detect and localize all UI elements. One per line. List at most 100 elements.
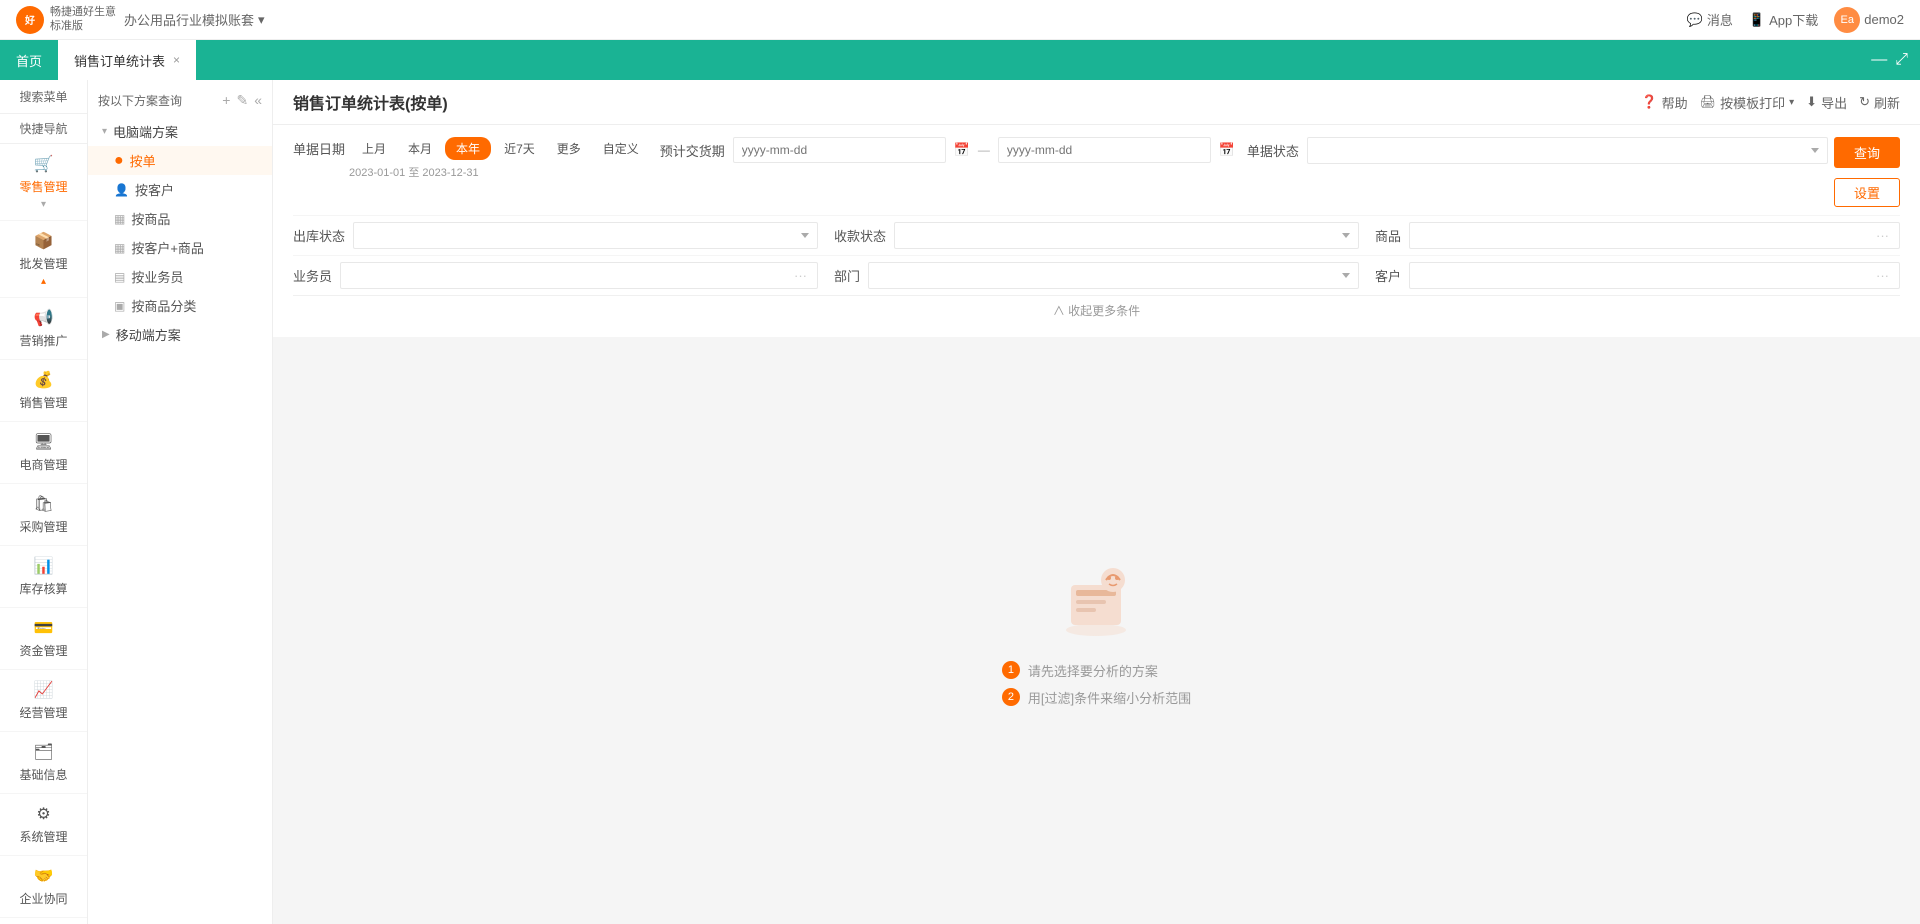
- help-btn[interactable]: ❓ 帮助: [1641, 93, 1687, 112]
- ecommerce-icon: 🖥: [33, 432, 53, 452]
- basic-icon: 🗂: [33, 742, 53, 762]
- main-content: 1 请先选择要分析的方案 2 用[过滤]条件来缩小分析范围: [273, 337, 1920, 924]
- sidebar-item-basic[interactable]: 🗂 基础信息: [0, 732, 87, 794]
- breadcrumb-dropdown[interactable]: 办公用品行业模拟账套 ▾: [124, 10, 265, 29]
- tab-active[interactable]: 销售订单统计表 ×: [58, 40, 196, 80]
- print-arrow-icon: ▾: [1789, 97, 1794, 108]
- sidebar-item-operations[interactable]: 📈 经营管理: [0, 670, 87, 732]
- department-select[interactable]: [868, 262, 1359, 289]
- expected-date-start[interactable]: [733, 137, 946, 163]
- top-bar-left: 好 畅捷通好生意 标准版 办公用品行业模拟账套 ▾: [16, 6, 265, 34]
- sidebar-item-system[interactable]: ⚙ 系统管理: [0, 794, 87, 856]
- calendar-start-icon[interactable]: 📅: [954, 142, 970, 158]
- right-content: 销售订单统计表(按单) ❓ 帮助 🖨 按模板打印 ▾ ⬇ 导出: [273, 80, 1920, 924]
- customer-dots-btn[interactable]: ···: [1876, 268, 1889, 283]
- left-panel-header: 按以下方案查询 + ✎ «: [88, 88, 272, 117]
- sidebar-item-wholesale[interactable]: 📦 批发管理 ▴: [0, 221, 87, 298]
- empty-tip-1: 1 请先选择要分析的方案: [1002, 661, 1191, 680]
- expected-date-end[interactable]: [998, 137, 1211, 163]
- sidebar-item-purchase[interactable]: 🛍 采购管理: [0, 484, 87, 546]
- tree-section-mobile: ▶ 移动端方案: [88, 320, 272, 349]
- empty-tip-2: 2 用[过滤]条件来缩小分析范围: [1002, 688, 1191, 707]
- help-icon: ❓: [1641, 94, 1657, 110]
- wholesale-icon: 📦: [34, 231, 54, 251]
- date-btn-this-month[interactable]: 本月: [399, 137, 441, 160]
- tab-home[interactable]: 首页: [0, 40, 58, 80]
- tree-item-by-salesperson[interactable]: ▤ 按业务员: [88, 262, 272, 291]
- shipment-status-label: 出库状态: [293, 226, 345, 245]
- payment-status-select[interactable]: [894, 222, 1359, 249]
- calendar-end-icon[interactable]: 📅: [1219, 142, 1235, 158]
- date-btn-custom[interactable]: 自定义: [594, 137, 648, 160]
- tree-item-by-category[interactable]: ▣ 按商品分类: [88, 291, 272, 320]
- sidebar-item-ecommerce[interactable]: 🖥 电商管理: [0, 422, 87, 484]
- date-btn-group: 上月 本月 本年 近7天 更多 自定义: [353, 137, 648, 160]
- settings-button[interactable]: 设置: [1834, 178, 1900, 207]
- salesperson-label: 业务员: [293, 266, 332, 285]
- tree-item-by-customer-product[interactable]: ▦ 按客户+商品: [88, 233, 272, 262]
- date-btn-last-month[interactable]: 上月: [353, 137, 395, 160]
- user-area[interactable]: Ea demo2: [1834, 7, 1904, 33]
- date-btn-this-year[interactable]: 本年: [445, 137, 491, 160]
- tree-section-pc: ▾ 电脑端方案: [88, 117, 272, 146]
- sidebar-item-retail[interactable]: 🛒 零售管理 ▾: [0, 144, 87, 221]
- app-icon: 📱: [1749, 12, 1765, 28]
- app-download-btn[interactable]: 📱 App下载: [1749, 10, 1818, 29]
- message-icon: 💬: [1687, 12, 1703, 28]
- left-panel-title: 按以下方案查询: [98, 92, 182, 109]
- product-dots-btn[interactable]: ···: [1876, 228, 1889, 243]
- empty-state: 1 请先选择要分析的方案 2 用[过滤]条件来缩小分析范围: [1002, 555, 1191, 707]
- category-tree-icon: ▣: [114, 299, 125, 313]
- sidebar-item-guide[interactable]: 🎓 新手引导: [0, 918, 87, 924]
- order-status-select[interactable]: [1307, 137, 1828, 164]
- cooperation-icon: 🤝: [34, 866, 54, 886]
- minimize-btn[interactable]: —: [1871, 51, 1887, 69]
- salesperson-dots-btn[interactable]: ···: [794, 268, 807, 283]
- refresh-btn[interactable]: ↻ 刷新: [1859, 93, 1900, 112]
- sidebar-item-sales[interactable]: 💰 销售管理: [0, 360, 87, 422]
- tree-item-by-customer[interactable]: 👤 按客户: [88, 175, 272, 204]
- main-layout: 搜索菜单 快捷导航 🛒 零售管理 ▾ 📦 批发管理 ▴ 📢 营销推广 💰 销售管…: [0, 80, 1920, 924]
- breadcrumb-text: 办公用品行业模拟账套: [124, 10, 254, 29]
- active-dot-icon: ●: [114, 152, 124, 170]
- page-header: 销售订单统计表(按单) ❓ 帮助 🖨 按模板打印 ▾ ⬇ 导出: [273, 80, 1920, 125]
- collapse-btn[interactable]: ∧ 收起更多条件: [1053, 304, 1140, 318]
- date-btn-more[interactable]: 更多: [548, 137, 590, 160]
- refresh-icon: ↻: [1859, 94, 1870, 110]
- logo-icon: 好: [16, 6, 44, 34]
- tree-item-by-product[interactable]: ▦ 按商品: [88, 204, 272, 233]
- collapse-panel-icon[interactable]: «: [254, 92, 262, 109]
- left-panel: 按以下方案查询 + ✎ « ▾ 电脑端方案 ● 按单 👤 按客户 ▦: [88, 80, 273, 924]
- sidebar-item-marketing[interactable]: 📢 营销推广: [0, 298, 87, 360]
- sidebar-item-finance[interactable]: 💳 资金管理: [0, 608, 87, 670]
- add-scheme-icon[interactable]: +: [222, 92, 230, 109]
- retail-icon: 🛒: [34, 154, 54, 174]
- print-icon: 🖨: [1700, 94, 1717, 110]
- message-btn[interactable]: 💬 消息: [1687, 10, 1733, 29]
- sales-tree-icon: ▤: [114, 270, 125, 284]
- page-header-actions: ❓ 帮助 🖨 按模板打印 ▾ ⬇ 导出 ↻ 刷新: [1641, 93, 1900, 112]
- date-label: 单据日期: [293, 139, 345, 158]
- tab-close-btn[interactable]: ×: [173, 53, 180, 67]
- system-icon: ⚙: [36, 804, 50, 824]
- breadcrumb-arrow: ▾: [258, 12, 265, 28]
- cust-prod-tree-icon: ▦: [114, 241, 125, 255]
- export-btn[interactable]: ⬇ 导出: [1806, 93, 1847, 112]
- template-print-btn[interactable]: 🖨 按模板打印 ▾: [1700, 93, 1795, 112]
- sidebar-quick-nav[interactable]: 快捷导航: [0, 114, 87, 144]
- filter-area: 单据日期 上月 本月 本年 近7天 更多 自定义 2023-01-0: [273, 125, 1920, 337]
- shipment-status-select[interactable]: [353, 222, 818, 249]
- sidebar-item-inventory[interactable]: 📊 库存核算: [0, 546, 87, 608]
- mobile-expand-arrow: ▶: [102, 329, 110, 340]
- logo-area: 好 畅捷通好生意 标准版: [16, 6, 116, 34]
- query-button[interactable]: 查询: [1834, 137, 1900, 168]
- finance-icon: 💳: [34, 618, 54, 638]
- edit-scheme-icon[interactable]: ✎: [236, 92, 248, 109]
- sidebar-search[interactable]: 搜索菜单: [0, 80, 87, 114]
- purchase-icon: 🛍: [33, 494, 53, 514]
- tree-item-by-order[interactable]: ● 按单: [88, 146, 272, 175]
- date-btn-7days[interactable]: 近7天: [495, 137, 544, 160]
- date-dash: —: [978, 143, 990, 157]
- maximize-btn[interactable]: ⤢: [1895, 51, 1908, 69]
- sidebar-item-cooperation[interactable]: 🤝 企业协同: [0, 856, 87, 918]
